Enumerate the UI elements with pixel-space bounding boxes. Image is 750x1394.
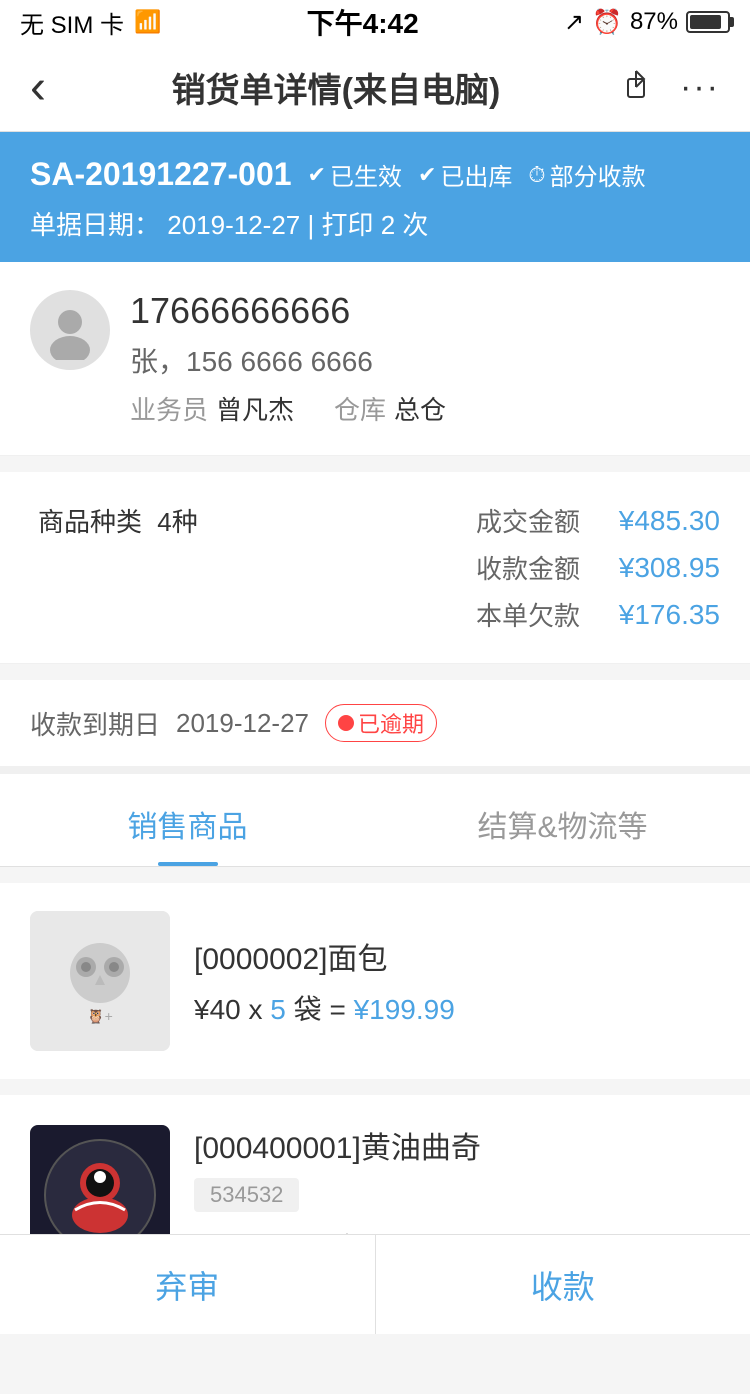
status-left: 无 SIM 卡 📶 (20, 5, 161, 40)
product-tabs: 销售商品 结算&物流等 (0, 774, 750, 867)
carrier-label: 无 SIM 卡 (20, 5, 124, 40)
sales-info: 业务员 曾凡杰 (130, 390, 294, 427)
battery-indicator (686, 11, 730, 33)
status-partial: ⏱ 部分收款 (528, 157, 645, 192)
status-shipped: ✔ 已出库 (418, 157, 512, 192)
status-effective: ✔ 已生效 (308, 157, 402, 192)
check-icon-1: ✔ (308, 162, 326, 188)
page-title: 销货单详情(来自电脑) (172, 63, 501, 112)
warehouse-info: 仓库 总仓 (334, 390, 446, 427)
status-time: 下午4:42 (307, 2, 419, 42)
product-thumbnail-1: 🦉+ (30, 911, 170, 1051)
collect-button[interactable]: 收款 (376, 1235, 750, 1334)
product-price-1: ¥40 x 5 袋 = ¥199.99 (194, 988, 720, 1028)
due-section: 收款到期日 2019-12-27 已逾期 (0, 680, 750, 774)
check-icon-2: ✔ (418, 162, 436, 188)
tab-settlement[interactable]: 结算&物流等 (375, 774, 750, 866)
overdue-badge: 已逾期 (325, 704, 437, 742)
financial-stats: 成交金额 ¥485.30 收款金额 ¥308.95 本单欠款 ¥176.35 (476, 502, 720, 633)
share-icon[interactable] (626, 69, 656, 107)
alarm-icon: ⏰ (592, 8, 622, 37)
back-button[interactable]: ‹ (30, 60, 46, 115)
location-icon: ↗ (564, 8, 584, 37)
header-banner: SA-20191227-001 ✔ 已生效 ✔ 已出库 ⏱ 部分收款 单据日期：… (0, 132, 750, 262)
order-id: SA-20191227-001 (30, 156, 292, 193)
abandon-button[interactable]: 弃审 (0, 1235, 376, 1334)
product-name-2: [000400001]黄油曲奇 (194, 1123, 720, 1167)
customer-section: 17666666666 张，156 6666 6666 业务员 曾凡杰 仓库 总… (0, 262, 750, 456)
product-details-1: [0000002]面包 ¥40 x 5 袋 = ¥199.99 (194, 934, 720, 1028)
customer-info: 17666666666 张，156 6666 6666 业务员 曾凡杰 仓库 总… (130, 290, 720, 427)
battery-percent: 87% (630, 8, 678, 36)
wifi-icon: 📶 (134, 9, 161, 35)
bottom-bar: 弃审 收款 (0, 1234, 750, 1334)
customer-name-phone: 张，156 6666 6666 (130, 340, 720, 380)
stats-section: 商品种类 4种 成交金额 ¥485.30 收款金额 ¥308.95 本单欠款 ¥… (0, 472, 750, 664)
customer-meta: 业务员 曾凡杰 仓库 总仓 (130, 390, 720, 427)
nav-bar: ‹ 销货单详情(来自电脑) ··· (0, 44, 750, 132)
table-row: 🦉+ [0000002]面包 ¥40 x 5 袋 = ¥199.99 (0, 883, 750, 1079)
status-right: ↗ ⏰ 87% (564, 8, 730, 37)
product-name-1: [0000002]面包 (194, 934, 720, 978)
product-sku-2: 534532 (194, 1178, 299, 1212)
svg-text:🦉+: 🦉+ (87, 1008, 113, 1025)
status-tags: ✔ 已生效 ✔ 已出库 ⏱ 部分收款 (308, 157, 646, 192)
overdue-dot-icon (338, 715, 354, 731)
owed-row: 本单欠款 ¥176.35 (476, 596, 720, 633)
more-icon[interactable]: ··· (680, 68, 720, 107)
customer-id: 17666666666 (130, 290, 720, 332)
status-bar: 无 SIM 卡 📶 下午4:42 ↗ ⏰ 87% (0, 0, 750, 44)
banner-top: SA-20191227-001 ✔ 已生效 ✔ 已出库 ⏱ 部分收款 (30, 156, 720, 193)
nav-actions: ··· (626, 68, 720, 107)
customer-avatar (30, 290, 110, 370)
amount-row: 成交金额 ¥485.30 (476, 502, 720, 539)
clock-icon: ⏱ (528, 162, 545, 188)
tab-sales-products[interactable]: 销售商品 (0, 774, 375, 866)
banner-sub: 单据日期： 2019-12-27 | 打印 2 次 (30, 205, 720, 242)
collected-row: 收款金额 ¥308.95 (476, 549, 720, 586)
product-type-count: 商品种类 4种 (30, 502, 198, 539)
